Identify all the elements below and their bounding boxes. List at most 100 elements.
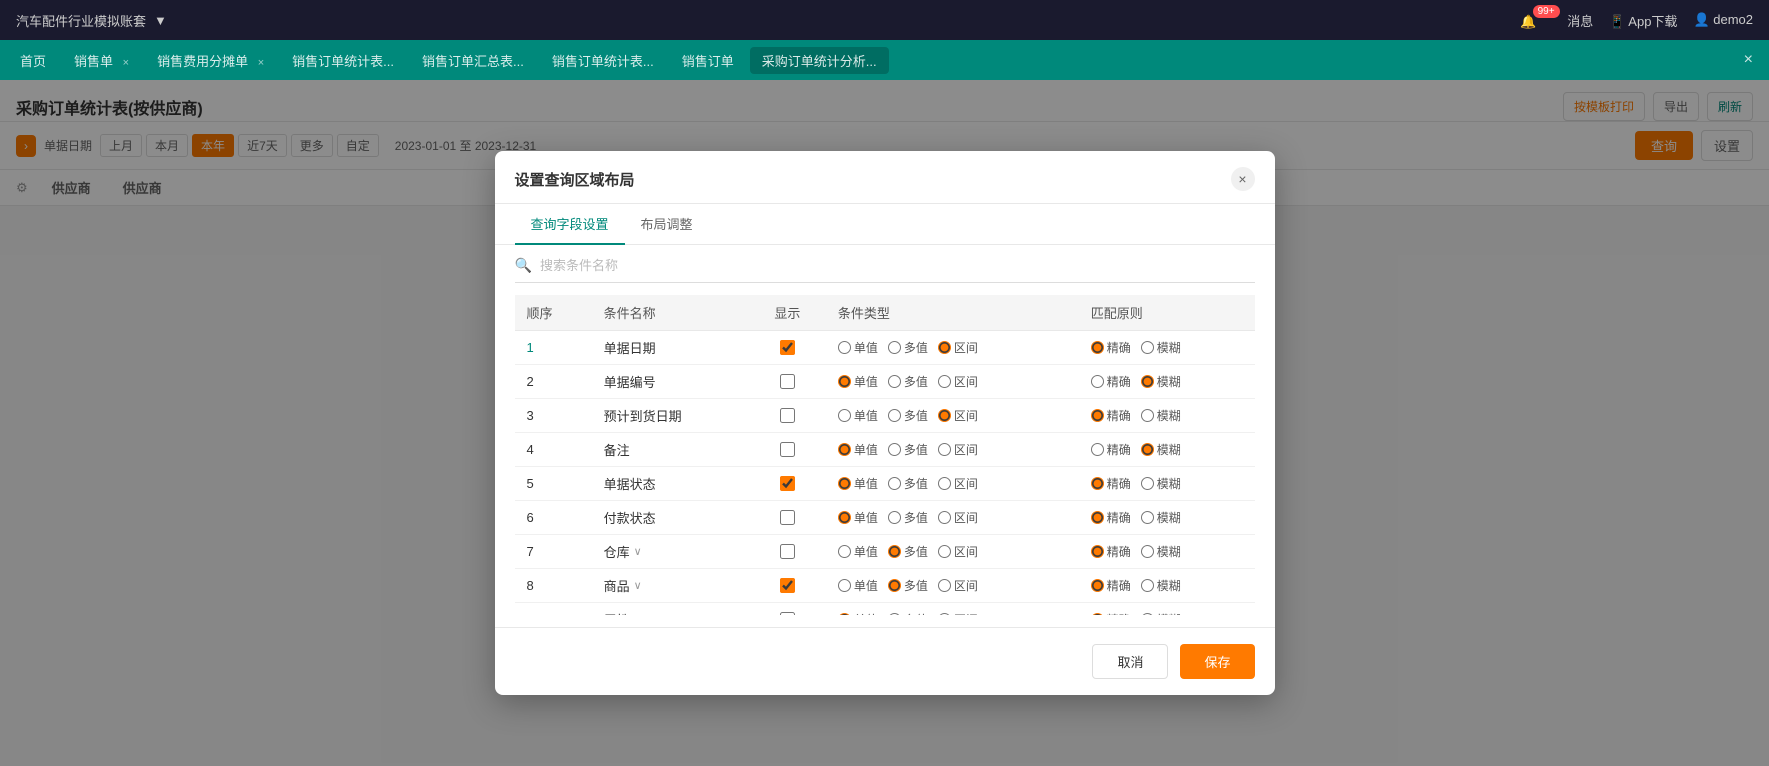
type-radio-item[interactable]: 单值 — [838, 475, 878, 492]
type-radio-item[interactable]: 单值 — [838, 441, 878, 458]
nav-home[interactable]: 首页 — [8, 47, 58, 74]
top-bar-actions: 🔔99+ 消息 📱 App下载 👤 demo2 — [1520, 11, 1753, 30]
save-button[interactable]: 保存 — [1180, 644, 1254, 679]
type-radio-item[interactable]: 区间 — [938, 339, 978, 356]
display-checkbox[interactable] — [780, 612, 795, 615]
match-radio-item[interactable]: 模糊 — [1141, 611, 1181, 615]
row-match: 精确模糊 — [1079, 569, 1255, 603]
type-radio-item[interactable]: 多值 — [888, 475, 928, 492]
row-match: 精确模糊 — [1079, 433, 1255, 467]
row-match: 精确模糊 — [1079, 501, 1255, 535]
match-radio-item[interactable]: 模糊 — [1141, 509, 1181, 526]
match-radio-item[interactable]: 模糊 — [1141, 373, 1181, 390]
display-checkbox[interactable] — [780, 476, 795, 491]
nav-sales-order[interactable]: 销售单 × — [62, 47, 141, 74]
match-radio-item[interactable]: 模糊 — [1141, 339, 1181, 356]
table-row: 9属性∨单值多值区间精确模糊 — [515, 603, 1255, 616]
match-radio-item[interactable]: 模糊 — [1141, 441, 1181, 458]
type-radio-item[interactable]: 多值 — [888, 407, 928, 424]
display-checkbox[interactable] — [780, 442, 795, 457]
th-display: 显示 — [749, 295, 826, 331]
nav-sales-expense-split[interactable]: 销售费用分摊单 × — [145, 47, 276, 74]
close-all-tabs[interactable]: × — [1736, 51, 1761, 69]
type-radio-item[interactable]: 区间 — [938, 577, 978, 594]
row-display — [749, 569, 826, 603]
display-checkbox[interactable] — [780, 340, 795, 355]
modal-close-button[interactable]: × — [1231, 167, 1255, 191]
match-radio-item[interactable]: 模糊 — [1141, 475, 1181, 492]
match-radio-item[interactable]: 精确 — [1091, 373, 1131, 390]
type-radio-item[interactable]: 多值 — [888, 543, 928, 560]
type-radio-item[interactable]: 单值 — [838, 509, 878, 526]
close-sales-expense-tab[interactable]: × — [258, 57, 264, 69]
table-row: 5单据状态单值多值区间精确模糊 — [515, 467, 1255, 501]
table-row: 8商品∨单值多值区间精确模糊 — [515, 569, 1255, 603]
row-order: 3 — [515, 399, 592, 433]
match-radio-item[interactable]: 精确 — [1091, 543, 1131, 560]
type-radio-item[interactable]: 区间 — [938, 441, 978, 458]
row-type: 单值多值区间 — [826, 331, 1079, 365]
display-checkbox[interactable] — [780, 578, 795, 593]
app-download-area[interactable]: 📱 App下载 — [1609, 11, 1677, 30]
table-row: 2单据编号单值多值区间精确模糊 — [515, 365, 1255, 399]
modal-body: 🔍 顺序 条件名称 显示 条件类型 匹配原则 — [495, 245, 1275, 627]
row-name: 属性∨ — [592, 603, 749, 616]
nav-tab4[interactable]: 销售订单汇总表... — [410, 47, 536, 74]
cancel-button[interactable]: 取消 — [1092, 644, 1168, 679]
nav-tab5[interactable]: 销售订单统计表... — [540, 47, 666, 74]
th-match: 匹配原则 — [1079, 295, 1255, 331]
match-radio-item[interactable]: 精确 — [1091, 441, 1131, 458]
match-radio-item[interactable]: 模糊 — [1141, 543, 1181, 560]
display-checkbox[interactable] — [780, 374, 795, 389]
type-radio-item[interactable]: 单值 — [838, 611, 878, 615]
match-radio-item[interactable]: 模糊 — [1141, 407, 1181, 424]
row-name: 预计到货日期 — [592, 399, 749, 433]
match-radio-item[interactable]: 精确 — [1091, 339, 1131, 356]
match-radio-item[interactable]: 精确 — [1091, 577, 1131, 594]
tab-query-fields[interactable]: 查询字段设置 — [515, 204, 625, 245]
app-title-dropdown-icon[interactable]: ▼ — [154, 13, 167, 28]
match-radio-item[interactable]: 模糊 — [1141, 577, 1181, 594]
type-radio-item[interactable]: 多值 — [888, 339, 928, 356]
match-radio-item[interactable]: 精确 — [1091, 509, 1131, 526]
type-radio-item[interactable]: 多值 — [888, 373, 928, 390]
type-radio-item[interactable]: 单值 — [838, 373, 878, 390]
type-radio-item[interactable]: 单值 — [838, 577, 878, 594]
display-checkbox[interactable] — [780, 408, 795, 423]
condition-search-input[interactable] — [540, 258, 740, 273]
row-name: 单据编号 — [592, 365, 749, 399]
display-checkbox[interactable] — [780, 544, 795, 559]
user-avatar[interactable]: 👤 demo2 — [1693, 12, 1753, 28]
match-radio-item[interactable]: 精确 — [1091, 611, 1131, 615]
type-radio-item[interactable]: 单值 — [838, 543, 878, 560]
match-radio-item[interactable]: 精确 — [1091, 407, 1131, 424]
type-radio-item[interactable]: 区间 — [938, 509, 978, 526]
type-radio-item[interactable]: 单值 — [838, 407, 878, 424]
row-type: 单值多值区间 — [826, 399, 1079, 433]
type-radio-item[interactable]: 区间 — [938, 373, 978, 390]
type-radio-item[interactable]: 单值 — [838, 339, 878, 356]
close-sales-order-tab[interactable]: × — [123, 57, 129, 69]
row-match: 精确模糊 — [1079, 399, 1255, 433]
row-match: 精确 模糊 — [1079, 603, 1255, 616]
nav-sales-order-stats[interactable]: 销售订单统计表... — [280, 47, 406, 74]
type-radio-item[interactable]: 区间 — [938, 611, 978, 615]
type-radio-item[interactable]: 多值 — [888, 509, 928, 526]
nav-tab6[interactable]: 销售订单 — [670, 47, 746, 74]
display-checkbox[interactable] — [780, 510, 795, 525]
tab-layout-adjust[interactable]: 布局调整 — [625, 204, 709, 245]
notification-area[interactable]: 🔔99+ 消息 — [1520, 11, 1593, 30]
type-radio-item[interactable]: 多值 — [888, 441, 928, 458]
match-radio-item[interactable]: 精确 — [1091, 475, 1131, 492]
type-radio-item[interactable]: 多值 — [888, 577, 928, 594]
type-radio-item[interactable]: 区间 — [938, 475, 978, 492]
conditions-table-scroll: 顺序 条件名称 显示 条件类型 匹配原则 1单据日期单值多值区间精确模糊2单据编… — [515, 295, 1255, 615]
nav-active-tab[interactable]: 采购订单统计分析... — [750, 47, 889, 74]
app-title-area: 汽车配件行业模拟账套 ▼ — [16, 11, 167, 30]
row-order: 5 — [515, 467, 592, 501]
type-radio-item[interactable]: 区间 — [938, 543, 978, 560]
type-radio-item[interactable]: 多值 — [888, 611, 928, 615]
row-name: 付款状态 — [592, 501, 749, 535]
type-radio-item[interactable]: 区间 — [938, 407, 978, 424]
row-order: 7 — [515, 535, 592, 569]
